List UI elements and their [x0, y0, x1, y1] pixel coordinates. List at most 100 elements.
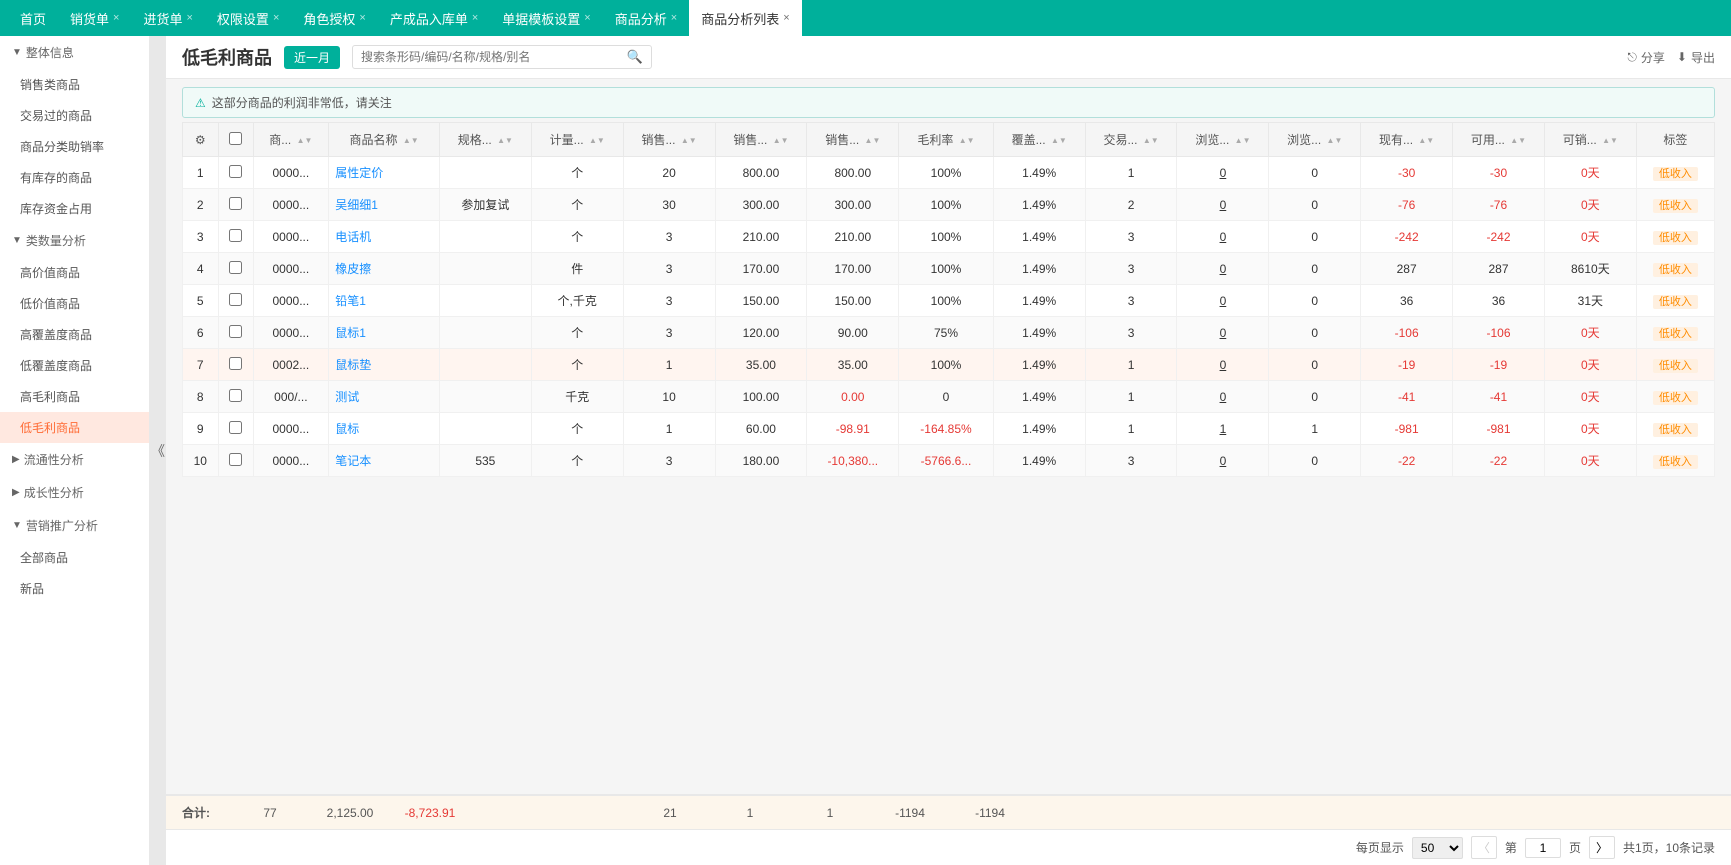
sidebar-item-high-coverage[interactable]: 高覆盖度商品 — [0, 319, 149, 350]
search-input[interactable] — [361, 50, 627, 64]
col-unit[interactable]: 计量... ▲▼ — [531, 123, 623, 157]
row-name[interactable]: 鼠标垫 — [329, 349, 440, 381]
sidebar-item-low-value[interactable]: 低价值商品 — [0, 288, 149, 319]
sidebar-group-marketing[interactable]: ▼ 营销推广分析 — [0, 509, 149, 542]
sidebar-group-overall[interactable]: ▼ 整体信息 — [0, 36, 149, 69]
row-checkbox[interactable] — [218, 253, 253, 285]
col-current-stock[interactable]: 现有... ▲▼ — [1361, 123, 1453, 157]
row-name[interactable]: 铅笔1 — [329, 285, 440, 317]
nav-role-auth[interactable]: 角色授权 × — [291, 0, 377, 36]
col-available-stock[interactable]: 可用... ▲▼ — [1453, 123, 1545, 157]
row-checkbox[interactable] — [218, 157, 253, 189]
close-icon[interactable]: × — [273, 12, 279, 24]
row-checkbox[interactable] — [218, 349, 253, 381]
row-views1[interactable]: 0 — [1177, 317, 1269, 349]
row-checkbox[interactable] — [218, 317, 253, 349]
close-icon[interactable]: × — [671, 12, 677, 24]
row-checkbox[interactable] — [218, 285, 253, 317]
sidebar-group-growth[interactable]: ▶ 成长性分析 — [0, 476, 149, 509]
nav-home[interactable]: 首页 — [8, 0, 58, 36]
sidebar-item-high-value[interactable]: 高价值商品 — [0, 257, 149, 288]
col-transactions[interactable]: 交易... ▲▼ — [1085, 123, 1177, 157]
sidebar-item-stock-capital[interactable]: 库存资金占用 — [0, 193, 149, 224]
row-checkbox[interactable] — [218, 381, 253, 413]
row-select-checkbox[interactable] — [229, 421, 242, 434]
search-icon[interactable]: 🔍 — [627, 49, 643, 65]
row-views1[interactable]: 1 — [1177, 413, 1269, 445]
col-name[interactable]: 商品名称 ▲▼ — [329, 123, 440, 157]
settings-icon[interactable]: ⚙ — [195, 133, 206, 147]
row-name[interactable]: 鼠标1 — [329, 317, 440, 349]
row-select-checkbox[interactable] — [229, 357, 242, 370]
row-select-checkbox[interactable] — [229, 325, 242, 338]
col-sellable-days[interactable]: 可销... ▲▼ — [1544, 123, 1636, 157]
row-views1[interactable]: 0 — [1177, 253, 1269, 285]
close-icon[interactable]: × — [359, 12, 365, 24]
sidebar-item-sales-products[interactable]: 销售类商品 — [0, 69, 149, 100]
sidebar-item-low-margin[interactable]: 低毛利商品 — [0, 412, 149, 443]
row-name[interactable]: 电话机 — [329, 221, 440, 253]
row-views1[interactable]: 0 — [1177, 445, 1269, 477]
next-page-button[interactable]: 〉 — [1589, 836, 1615, 859]
col-coverage[interactable]: 覆盖... ▲▼ — [993, 123, 1085, 157]
page-input[interactable] — [1525, 838, 1561, 858]
close-icon[interactable]: × — [186, 12, 192, 24]
col-sales-profit[interactable]: 销售... ▲▼ — [807, 123, 899, 157]
row-name[interactable]: 吴细细1 — [329, 189, 440, 221]
export-button[interactable]: ⬇ 导出 — [1677, 49, 1715, 66]
row-name[interactable]: 橡皮擦 — [329, 253, 440, 285]
row-views1[interactable]: 0 — [1177, 285, 1269, 317]
close-icon[interactable]: × — [472, 12, 478, 24]
col-gross-margin[interactable]: 毛利率 ▲▼ — [899, 123, 994, 157]
row-select-checkbox[interactable] — [229, 453, 242, 466]
sidebar-item-category-rate[interactable]: 商品分类助销率 — [0, 131, 149, 162]
row-views1[interactable]: 0 — [1177, 157, 1269, 189]
sidebar-item-traded-products[interactable]: 交易过的商品 — [0, 100, 149, 131]
sidebar-toggle-button[interactable]: 《 — [150, 36, 166, 865]
col-views2[interactable]: 浏览... ▲▼ — [1269, 123, 1361, 157]
col-sales-qty[interactable]: 销售... ▲▼ — [623, 123, 715, 157]
per-page-select[interactable]: 50 20 100 — [1412, 837, 1463, 859]
row-name[interactable]: 测试 — [329, 381, 440, 413]
row-views1[interactable]: 0 — [1177, 381, 1269, 413]
row-select-checkbox[interactable] — [229, 261, 242, 274]
row-views1[interactable]: 0 — [1177, 349, 1269, 381]
sidebar-item-stocked-products[interactable]: 有库存的商品 — [0, 162, 149, 193]
col-views1[interactable]: 浏览... ▲▼ — [1177, 123, 1269, 157]
nav-product-entry[interactable]: 产成品入库单 × — [378, 0, 490, 36]
sidebar-item-low-coverage[interactable]: 低覆盖度商品 — [0, 350, 149, 381]
row-name[interactable]: 属性定价 — [329, 157, 440, 189]
row-checkbox[interactable] — [218, 413, 253, 445]
row-select-checkbox[interactable] — [229, 229, 242, 242]
row-name[interactable]: 鼠标 — [329, 413, 440, 445]
sidebar-item-all-products[interactable]: 全部商品 — [0, 542, 149, 573]
sidebar-item-high-margin[interactable]: 高毛利商品 — [0, 381, 149, 412]
row-select-checkbox[interactable] — [229, 197, 242, 210]
row-select-checkbox[interactable] — [229, 165, 242, 178]
col-checkbox-all[interactable] — [218, 123, 253, 157]
nav-template-settings[interactable]: 单据模板设置 × — [490, 0, 602, 36]
nav-product-analysis-list[interactable]: 商品分析列表 × — [689, 0, 801, 36]
nav-purchase-order[interactable]: 进货单 × — [131, 0, 204, 36]
col-code[interactable]: 商... ▲▼ — [253, 123, 329, 157]
row-views1[interactable]: 0 — [1177, 189, 1269, 221]
col-settings[interactable]: ⚙ — [183, 123, 219, 157]
prev-page-button[interactable]: 〈 — [1471, 836, 1497, 859]
close-icon[interactable]: × — [584, 12, 590, 24]
sidebar-item-new-products[interactable]: 新品 — [0, 573, 149, 604]
col-tag[interactable]: 标签 — [1636, 123, 1714, 157]
row-checkbox[interactable] — [218, 189, 253, 221]
select-all-checkbox[interactable] — [229, 132, 242, 145]
close-icon[interactable]: × — [113, 12, 119, 24]
sidebar-group-quantity[interactable]: ▼ 类数量分析 — [0, 224, 149, 257]
col-sales-amount[interactable]: 销售... ▲▼ — [715, 123, 807, 157]
row-views1[interactable]: 0 — [1177, 221, 1269, 253]
row-checkbox[interactable] — [218, 445, 253, 477]
col-spec[interactable]: 规格... ▲▼ — [439, 123, 531, 157]
row-select-checkbox[interactable] — [229, 293, 242, 306]
share-button[interactable]: ⎋ 分享 — [1627, 49, 1665, 66]
nav-sales-order[interactable]: 销货单 × — [58, 0, 131, 36]
row-select-checkbox[interactable] — [229, 389, 242, 402]
sidebar-group-circulation[interactable]: ▶ 流通性分析 — [0, 443, 149, 476]
close-icon[interactable]: × — [783, 12, 789, 24]
